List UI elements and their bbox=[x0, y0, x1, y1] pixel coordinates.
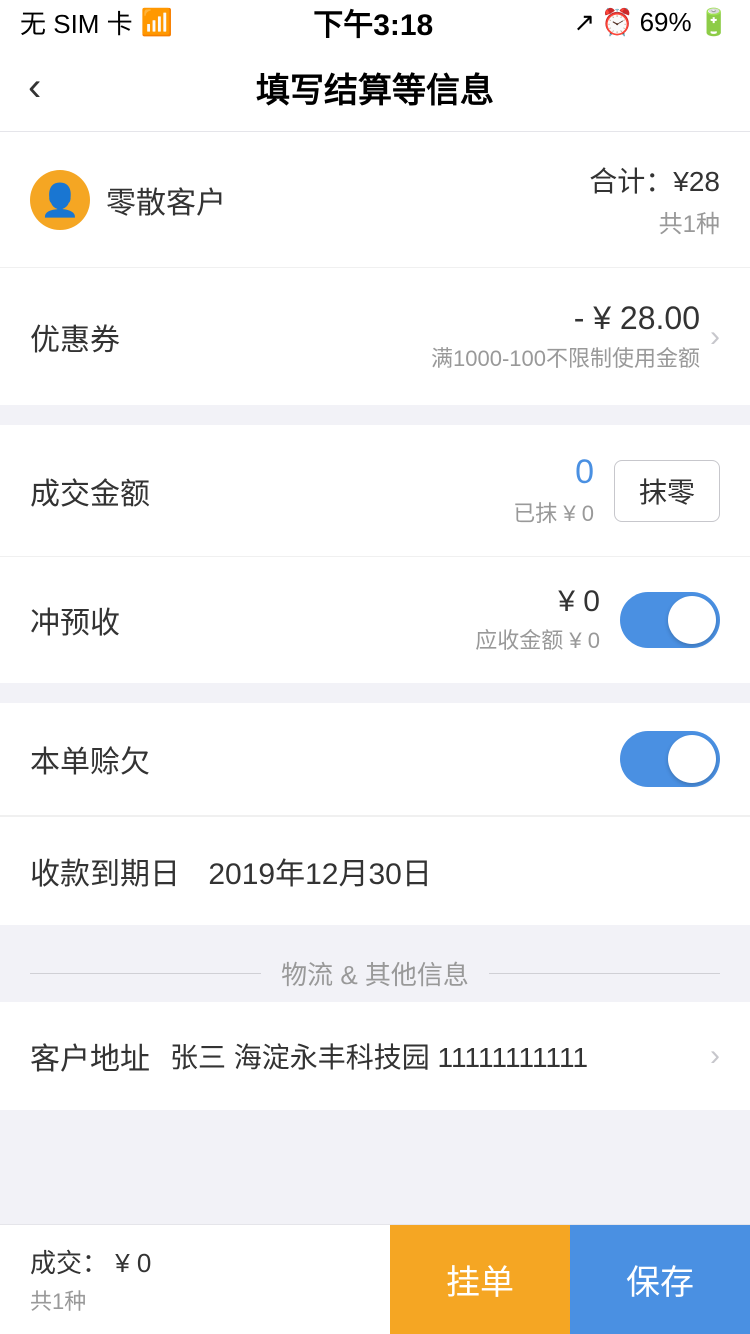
deal-amount: ¥ 0 bbox=[115, 1248, 151, 1278]
hang-button[interactable]: 挂单 bbox=[390, 1225, 570, 1334]
bottom-deal: 成交： ¥ 0 bbox=[30, 1243, 360, 1280]
toggle-knob bbox=[668, 596, 716, 644]
save-button[interactable]: 保存 bbox=[570, 1225, 750, 1334]
address-value: 张三 海淀永丰科技园 11111111111 bbox=[170, 1036, 710, 1076]
debt-label: 本单赊欠 bbox=[30, 737, 150, 781]
alarm-icon: ⏰ bbox=[601, 7, 633, 38]
logistics-divider: 物流 & 其他信息 bbox=[0, 945, 750, 1002]
total-count: 共1种 bbox=[589, 204, 720, 239]
bottom-info: 成交： ¥ 0 共1种 bbox=[0, 1225, 390, 1334]
status-time: 下午3:18 bbox=[313, 0, 433, 44]
prepayment-toggle[interactable] bbox=[620, 592, 720, 648]
wifi-icon: 📶 bbox=[141, 7, 173, 38]
location-icon: ↗ bbox=[573, 7, 595, 38]
prepayment-row: 冲预收 ¥ 0 应收金额 ¥ 0 bbox=[0, 557, 750, 683]
coupon-desc: 满1000-100不限制使用金额 bbox=[431, 341, 700, 373]
coupon-right: - ¥ 28.00 满1000-100不限制使用金额 › bbox=[431, 300, 720, 373]
customer-total: 合计：¥28 共1种 bbox=[589, 160, 720, 239]
coupon-row[interactable]: 优惠券 - ¥ 28.00 满1000-100不限制使用金额 › bbox=[0, 267, 750, 405]
customer-name: 零散客户 bbox=[106, 178, 226, 222]
customer-info: 👤 零散客户 bbox=[30, 170, 226, 230]
transaction-right: 0 已抹 ¥ 0 抹零 bbox=[513, 453, 720, 528]
address-row[interactable]: 客户地址 张三 海淀永丰科技园 11111111111 › bbox=[0, 1002, 750, 1110]
transaction-section: 成交金额 0 已抹 ¥ 0 抹零 冲预收 ¥ 0 应收金额 ¥ 0 bbox=[0, 425, 750, 683]
hang-label: 挂单 bbox=[446, 1255, 514, 1304]
customer-card: 👤 零散客户 合计：¥28 共1种 优惠券 - ¥ 28.00 满1000-10… bbox=[0, 132, 750, 405]
debt-row: 本单赊欠 bbox=[0, 703, 750, 816]
coupon-chevron: › bbox=[710, 320, 720, 354]
prepay-sub: 应收金额 ¥ 0 bbox=[475, 623, 600, 655]
divider-line-right bbox=[489, 973, 720, 974]
coupon-info: - ¥ 28.00 满1000-100不限制使用金额 bbox=[431, 300, 700, 373]
page-title: 填写结算等信息 bbox=[256, 63, 494, 112]
transaction-label: 成交金额 bbox=[30, 469, 150, 513]
debt-right bbox=[620, 731, 720, 787]
prepayment-right: ¥ 0 应收金额 ¥ 0 bbox=[475, 585, 720, 655]
coupon-label: 优惠券 bbox=[30, 315, 120, 359]
customer-row: 👤 零散客户 合计：¥28 共1种 bbox=[0, 132, 750, 267]
prepay-info: ¥ 0 应收金额 ¥ 0 bbox=[475, 585, 600, 655]
prepayment-label: 冲预收 bbox=[30, 598, 120, 642]
status-right: ↗ ⏰ 69% 🔋 bbox=[573, 7, 730, 38]
logistics-label: 物流 & 其他信息 bbox=[281, 955, 469, 992]
logistics-section: 物流 & 其他信息 bbox=[0, 945, 750, 1002]
debt-toggle-knob bbox=[668, 735, 716, 783]
nav-bar: ‹ 填写结算等信息 bbox=[0, 44, 750, 132]
bottom-count: 共1种 bbox=[30, 1284, 360, 1316]
coupon-value: - ¥ 28.00 bbox=[431, 300, 700, 337]
debt-section: 本单赊欠 收款到期日 2019年12月30日 bbox=[0, 703, 750, 925]
due-date-label: 收款到期日 bbox=[30, 858, 180, 891]
battery-level: 69% bbox=[640, 7, 692, 38]
back-button[interactable]: ‹ bbox=[28, 65, 41, 110]
avatar: 👤 bbox=[30, 170, 90, 230]
prepay-amount: ¥ 0 bbox=[558, 585, 600, 619]
status-bar: 无 SIM 卡 📶 下午3:18 ↗ ⏰ 69% 🔋 bbox=[0, 0, 750, 44]
debt-toggle[interactable] bbox=[620, 731, 720, 787]
content-area: 👤 零散客户 合计：¥28 共1种 优惠券 - ¥ 28.00 满1000-10… bbox=[0, 132, 750, 1250]
address-label: 客户地址 bbox=[30, 1034, 150, 1078]
avatar-icon: 👤 bbox=[40, 181, 80, 219]
bottom-bar: 成交： ¥ 0 共1种 挂单 保存 bbox=[0, 1224, 750, 1334]
transaction-value[interactable]: 0 bbox=[575, 453, 594, 492]
address-chevron: › bbox=[710, 1039, 720, 1073]
transaction-sub: 已抹 ¥ 0 bbox=[513, 496, 594, 528]
divider-line-left bbox=[30, 973, 261, 974]
transaction-row: 成交金额 0 已抹 ¥ 0 抹零 bbox=[0, 425, 750, 557]
round-down-button[interactable]: 抹零 bbox=[614, 460, 720, 522]
battery-icon: 🔋 bbox=[698, 7, 730, 38]
due-date-row: 收款到期日 2019年12月30日 bbox=[0, 816, 750, 925]
deal-label: 成交： bbox=[30, 1248, 108, 1278]
due-date-value[interactable]: 2019年12月30日 bbox=[208, 858, 431, 891]
bottom-btn-group: 挂单 保存 bbox=[390, 1225, 750, 1334]
status-carrier: 无 SIM 卡 📶 bbox=[20, 4, 173, 41]
total-amount: 合计：¥28 bbox=[589, 160, 720, 200]
save-label: 保存 bbox=[626, 1255, 694, 1304]
amount-display: 0 已抹 ¥ 0 bbox=[513, 453, 594, 528]
